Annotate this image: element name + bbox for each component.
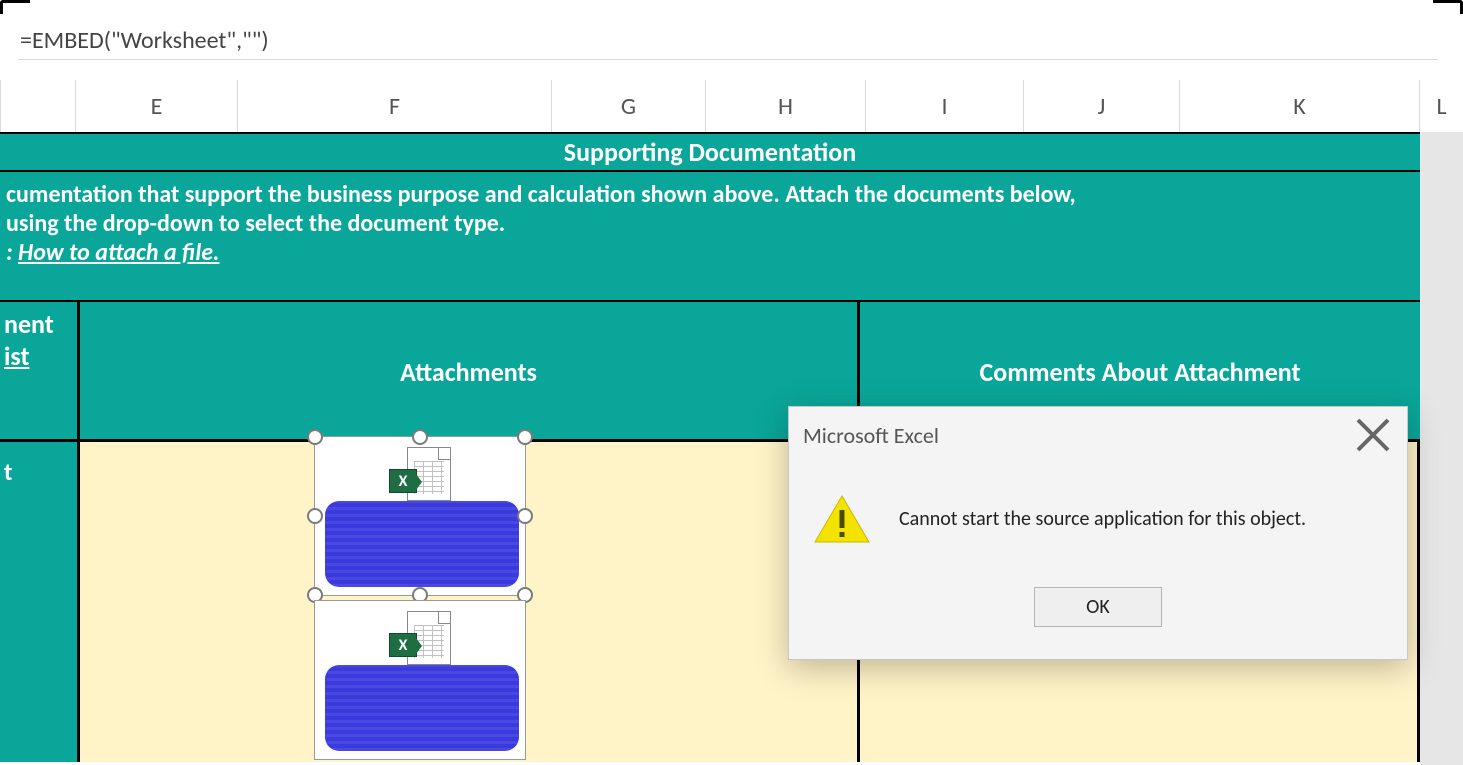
column-header-J[interactable]: J [1024, 80, 1180, 132]
excel-badge-icon: X [389, 633, 417, 657]
section-title-text: Supporting Documentation [564, 136, 856, 168]
attachments-label: Attachments [400, 356, 537, 388]
sheet-unused-area [1420, 132, 1463, 765]
column-header-E[interactable]: E [76, 80, 238, 132]
formula-bar[interactable]: =EMBED("Worksheet","") [18, 20, 1438, 60]
doctype-cell[interactable] [0, 602, 80, 762]
instructions-line3: : How to attach a file. [6, 238, 1414, 267]
column-header-row: E F G H I J K L [0, 80, 1463, 132]
warning-icon [813, 494, 871, 544]
instructions-line2: using the drop-down to select the docume… [6, 209, 1414, 238]
redaction-mark [325, 501, 519, 587]
instructions-line3-prefix: : [6, 238, 18, 267]
table-header-attachments: Attachments [80, 302, 860, 442]
column-header-G[interactable]: G [552, 80, 706, 132]
instructions-line1: cumentation that support the business pu… [6, 180, 1414, 209]
dialog-message: Cannot start the source application for … [899, 507, 1306, 531]
excel-file-icon: X [389, 447, 451, 501]
column-header-H[interactable]: H [706, 80, 866, 132]
column-header-F[interactable]: F [238, 80, 552, 132]
instructions-row: cumentation that support the business pu… [0, 172, 1420, 302]
redaction-mark [325, 665, 519, 751]
formula-bar-text: =EMBED("Worksheet","") [18, 26, 269, 55]
doctype-frag1: nent [4, 308, 73, 340]
ok-button[interactable]: OK [1034, 587, 1162, 627]
column-header-K[interactable]: K [1180, 80, 1420, 132]
window-top-edge [0, 0, 1463, 20]
embedded-worksheet-object[interactable]: X [314, 600, 526, 760]
error-dialog: Microsoft Excel Cannot start the source … [788, 406, 1408, 660]
dialog-titlebar[interactable]: Microsoft Excel [789, 407, 1407, 463]
how-to-attach-link[interactable]: How to attach a file. [18, 238, 219, 267]
table-header-doctype: nent ist [0, 302, 80, 442]
close-icon[interactable] [1353, 415, 1393, 455]
column-header-L[interactable]: L [1420, 80, 1463, 132]
excel-file-icon: X [389, 611, 451, 665]
corner-bracket [1433, 0, 1463, 14]
column-header-gutter[interactable] [0, 80, 76, 132]
corner-bracket [0, 0, 30, 14]
doctype-cell[interactable]: t [0, 442, 80, 602]
column-header-I[interactable]: I [866, 80, 1024, 132]
dialog-title: Microsoft Excel [803, 422, 939, 449]
section-title: Supporting Documentation [0, 132, 1420, 172]
comments-label: Comments About Attachment [979, 356, 1300, 388]
doctype-frag: t [4, 458, 12, 487]
excel-badge-icon: X [389, 469, 417, 493]
doctype-frag2: ist [4, 340, 73, 372]
embedded-worksheet-object[interactable]: X [314, 436, 526, 596]
ok-label: OK [1086, 595, 1110, 619]
